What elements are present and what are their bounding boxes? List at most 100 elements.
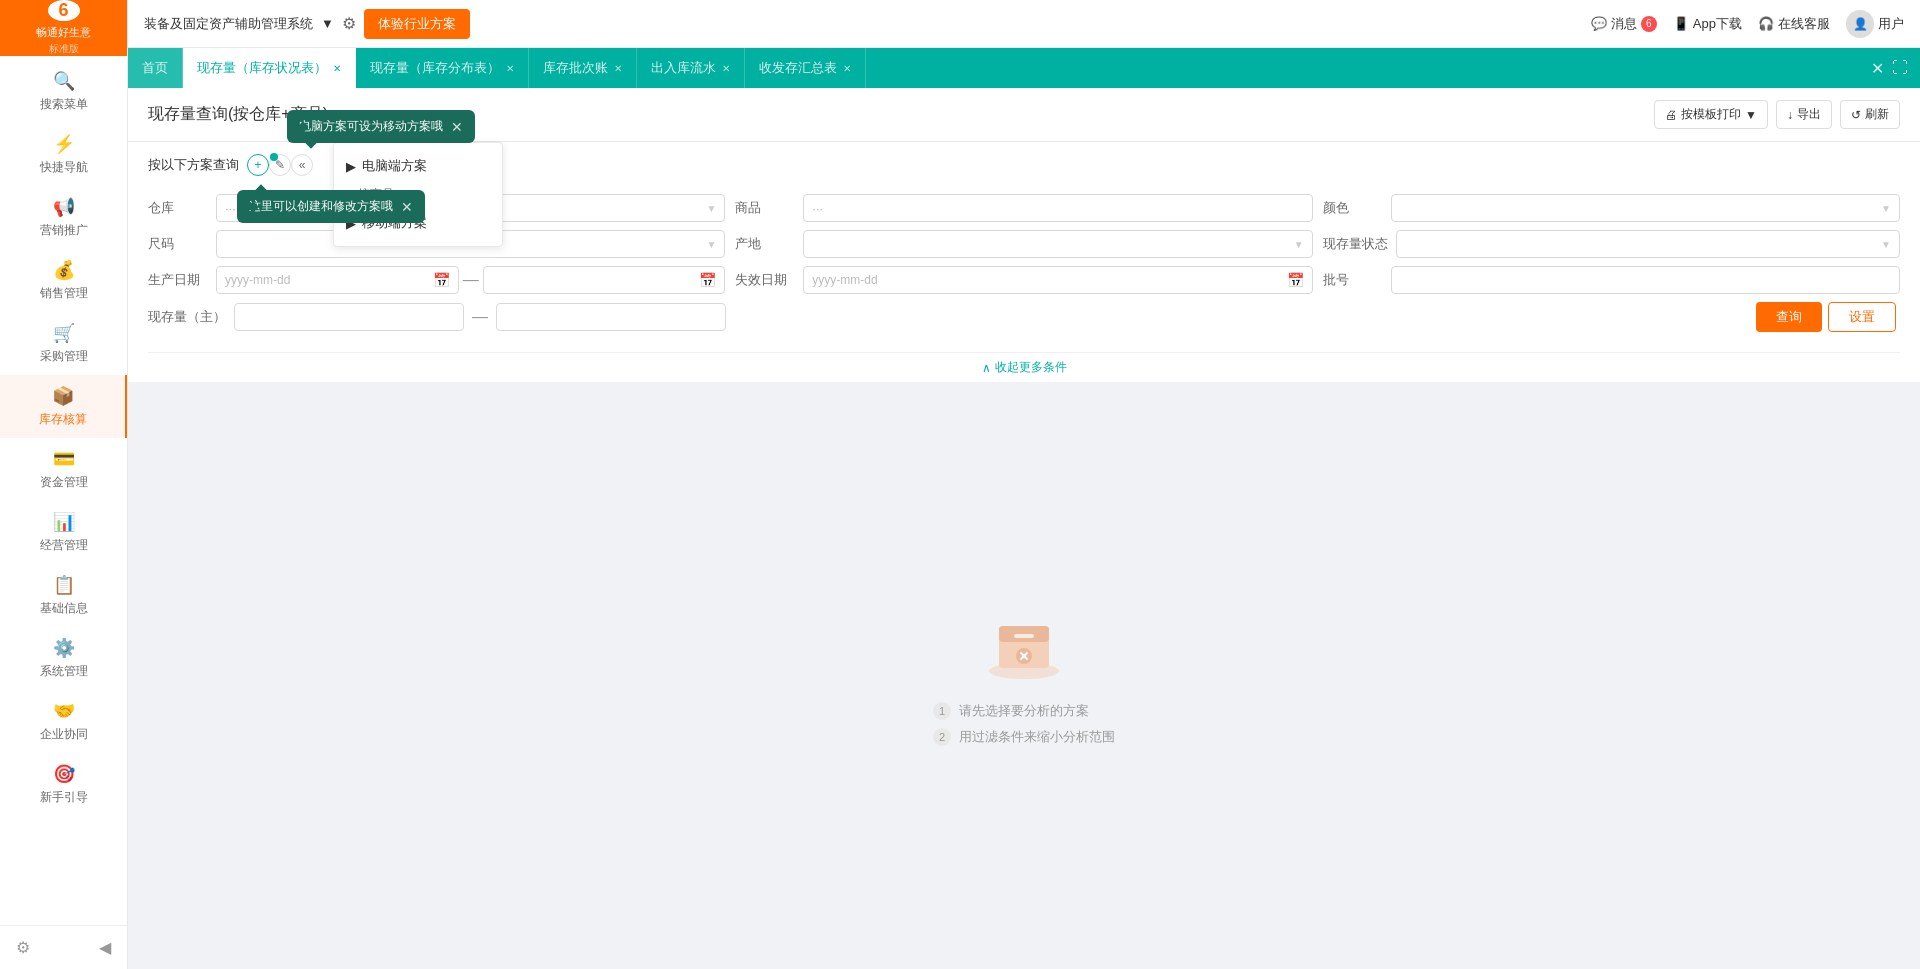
- download-icon: 📱: [1673, 16, 1689, 31]
- sidebar-item-sales[interactable]: 💰 销售管理: [0, 249, 127, 312]
- tabbar-end: ✕ ⛶: [1871, 48, 1920, 88]
- edit-scheme-button[interactable]: ✎: [269, 154, 291, 176]
- tab-inventory-status[interactable]: 现存量（库存状况表） ✕: [183, 48, 356, 88]
- online-support-item[interactable]: 🎧 在线客服: [1758, 15, 1830, 33]
- filter-goods: 商品 ···: [735, 194, 1312, 222]
- sidebar-item-operations[interactable]: 📊 经营管理: [0, 501, 127, 564]
- sidebar-item-quicknav[interactable]: ⚡ 快捷导航: [0, 123, 127, 186]
- chevron-down-icon: ▼: [1294, 239, 1304, 250]
- size-label: 尺码: [148, 235, 208, 253]
- filter-stock-status: 现存量状态 ▼: [1323, 230, 1900, 258]
- color-select[interactable]: ▼: [1391, 194, 1900, 222]
- calendar-icon3[interactable]: 📅: [1287, 272, 1304, 288]
- stock-main-start[interactable]: [234, 303, 464, 331]
- tabbar: 首页 现存量（库存状况表） ✕ 现存量（库存分布表） ✕ 库存批次账 ✕ 出入库…: [128, 48, 1920, 88]
- sidebar-item-inventory[interactable]: 📦 库存核算: [0, 375, 127, 438]
- sidebar-item-system[interactable]: ⚙️ 系统管理: [0, 627, 127, 690]
- tab-close-icon[interactable]: ✕: [614, 63, 622, 74]
- system-icon: ⚙️: [53, 637, 75, 659]
- tab-batch[interactable]: 库存批次账 ✕: [529, 48, 637, 88]
- calendar-icon2[interactable]: 📅: [699, 272, 716, 288]
- app-download-label: App下载: [1693, 15, 1742, 33]
- logo-icon: 6: [48, 0, 80, 21]
- scheme-desktop[interactable]: ▶ 电脑端方案: [334, 151, 502, 181]
- filter-row-3: 生产日期 yyyy-mm-dd 📅 — 📅: [148, 266, 1900, 294]
- tooltip-scheme-hint: 电脑方案可设为移动方案哦 ✕: [287, 110, 475, 143]
- industry-solution-button[interactable]: 体验行业方案: [364, 9, 470, 39]
- refresh-button[interactable]: ↺ 刷新: [1840, 100, 1900, 129]
- goods-select[interactable]: ···: [803, 194, 1312, 222]
- tab-inventory-dist[interactable]: 现存量（库存分布表） ✕: [356, 48, 529, 88]
- expand-icon: ▶: [346, 159, 356, 174]
- tab-home-label: 首页: [142, 59, 168, 77]
- app-download-item[interactable]: 📱 App下载: [1673, 15, 1742, 33]
- calendar-icon[interactable]: 📅: [433, 272, 450, 288]
- export-button[interactable]: ↓ 导出: [1776, 100, 1832, 129]
- notification-item[interactable]: 💬 消息 6: [1591, 15, 1657, 33]
- reset-button[interactable]: 设置: [1828, 302, 1896, 332]
- print-icon: 🖨: [1665, 108, 1677, 122]
- color-label: 颜色: [1323, 199, 1383, 217]
- add-scheme-button[interactable]: +: [247, 154, 269, 176]
- goods-label: 商品: [735, 199, 795, 217]
- notification-badge: 6: [1641, 16, 1657, 32]
- sidebar-item-label: 系统管理: [40, 663, 88, 680]
- tab-close-all-icon[interactable]: ✕: [1871, 59, 1884, 78]
- expire-date-start[interactable]: 📅: [483, 266, 726, 294]
- filter-color: 颜色 ▼: [1323, 194, 1900, 222]
- sidebar-item-label: 经营管理: [40, 537, 88, 554]
- filter-origin: 产地 ▼: [735, 230, 1312, 258]
- template-print-button[interactable]: 🖨 按模板打印 ▼: [1654, 100, 1768, 129]
- sidebar-item-basic[interactable]: 📋 基础信息: [0, 564, 127, 627]
- sidebar-item-finance[interactable]: 💳 资金管理: [0, 438, 127, 501]
- sidebar-item-collab[interactable]: 🤝 企业协同: [0, 690, 127, 753]
- sidebar-item-label: 新手引导: [40, 789, 88, 806]
- collapse-sidebar-button[interactable]: ◀: [99, 938, 111, 957]
- settings-icon[interactable]: ⚙: [342, 14, 356, 33]
- collab-icon: 🤝: [53, 700, 75, 722]
- app-logo: 6 畅通好生意 标准版: [0, 0, 127, 56]
- sidebar-item-label: 企业协同: [40, 726, 88, 743]
- tab-close-icon[interactable]: ✕: [333, 63, 341, 74]
- range-separator: —: [468, 308, 492, 326]
- settings-button[interactable]: ⚙: [16, 938, 30, 957]
- batch-input[interactable]: [1391, 266, 1900, 294]
- tab-maximize-icon[interactable]: ⛶: [1892, 59, 1908, 77]
- expire-date-label: 失效日期: [735, 271, 795, 289]
- stock-main-end[interactable]: [496, 303, 726, 331]
- tab-home[interactable]: 首页: [128, 48, 183, 88]
- sidebar-item-search[interactable]: 🔍 搜索菜单: [0, 60, 127, 123]
- topbar: 装备及固定资产辅助管理系统 ▼ ⚙ 体验行业方案 💬 消息 6 📱 App下载 …: [128, 0, 1920, 48]
- tab-close-icon[interactable]: ✕: [722, 63, 730, 74]
- sidebar-item-guide[interactable]: 🎯 新手引导: [0, 753, 127, 816]
- tab-close-icon[interactable]: ✕: [506, 63, 514, 74]
- user-label: 用户: [1878, 15, 1904, 33]
- tab-inventory-status-label: 现存量（库存状况表）: [197, 59, 327, 77]
- prod-date-start[interactable]: yyyy-mm-dd 📅: [216, 266, 459, 294]
- sidebar-item-purchase[interactable]: 🛒 采购管理: [0, 312, 127, 375]
- tooltip-create-hint: 这里可以创建和修改方案哦 ✕: [237, 190, 425, 223]
- sidebar-item-marketing[interactable]: 📢 营销推广: [0, 186, 127, 249]
- search-button[interactable]: 查询: [1756, 302, 1822, 332]
- back-scheme-button[interactable]: «: [291, 154, 313, 176]
- expire-date-start-field[interactable]: yyyy-mm-dd 📅: [803, 266, 1312, 294]
- collapse-label: 收起更多条件: [995, 359, 1067, 376]
- sidebar-bottom: ⚙ ◀: [0, 925, 127, 969]
- stock-status-select[interactable]: ▼: [1396, 230, 1900, 258]
- finance-icon: 💳: [53, 448, 75, 470]
- tooltip-close-button[interactable]: ✕: [451, 119, 463, 135]
- tab-flow[interactable]: 出入库流水 ✕: [637, 48, 745, 88]
- tab-summary[interactable]: 收发存汇总表 ✕: [745, 48, 866, 88]
- search-icon: 🔍: [53, 70, 75, 92]
- tab-close-icon[interactable]: ✕: [843, 63, 851, 74]
- user-item[interactable]: 👤 用户: [1846, 10, 1904, 38]
- page-area: 现存量查询(按仓库+商品) 🖨 按模板打印 ▼ ↓ 导出 ↺ 刷新: [128, 88, 1920, 969]
- origin-select[interactable]: ▼: [803, 230, 1312, 258]
- topbar-right: 💬 消息 6 📱 App下载 🎧 在线客服 👤 用户: [1591, 10, 1904, 38]
- tooltip2-close-button[interactable]: ✕: [401, 199, 413, 215]
- notification-label: 消息: [1611, 15, 1637, 33]
- system-select[interactable]: ▼: [321, 16, 334, 31]
- support-icon: 🎧: [1758, 16, 1774, 31]
- collapse-bar[interactable]: ∧ 收起更多条件: [148, 352, 1900, 382]
- app-name: 畅通好生意: [36, 25, 91, 40]
